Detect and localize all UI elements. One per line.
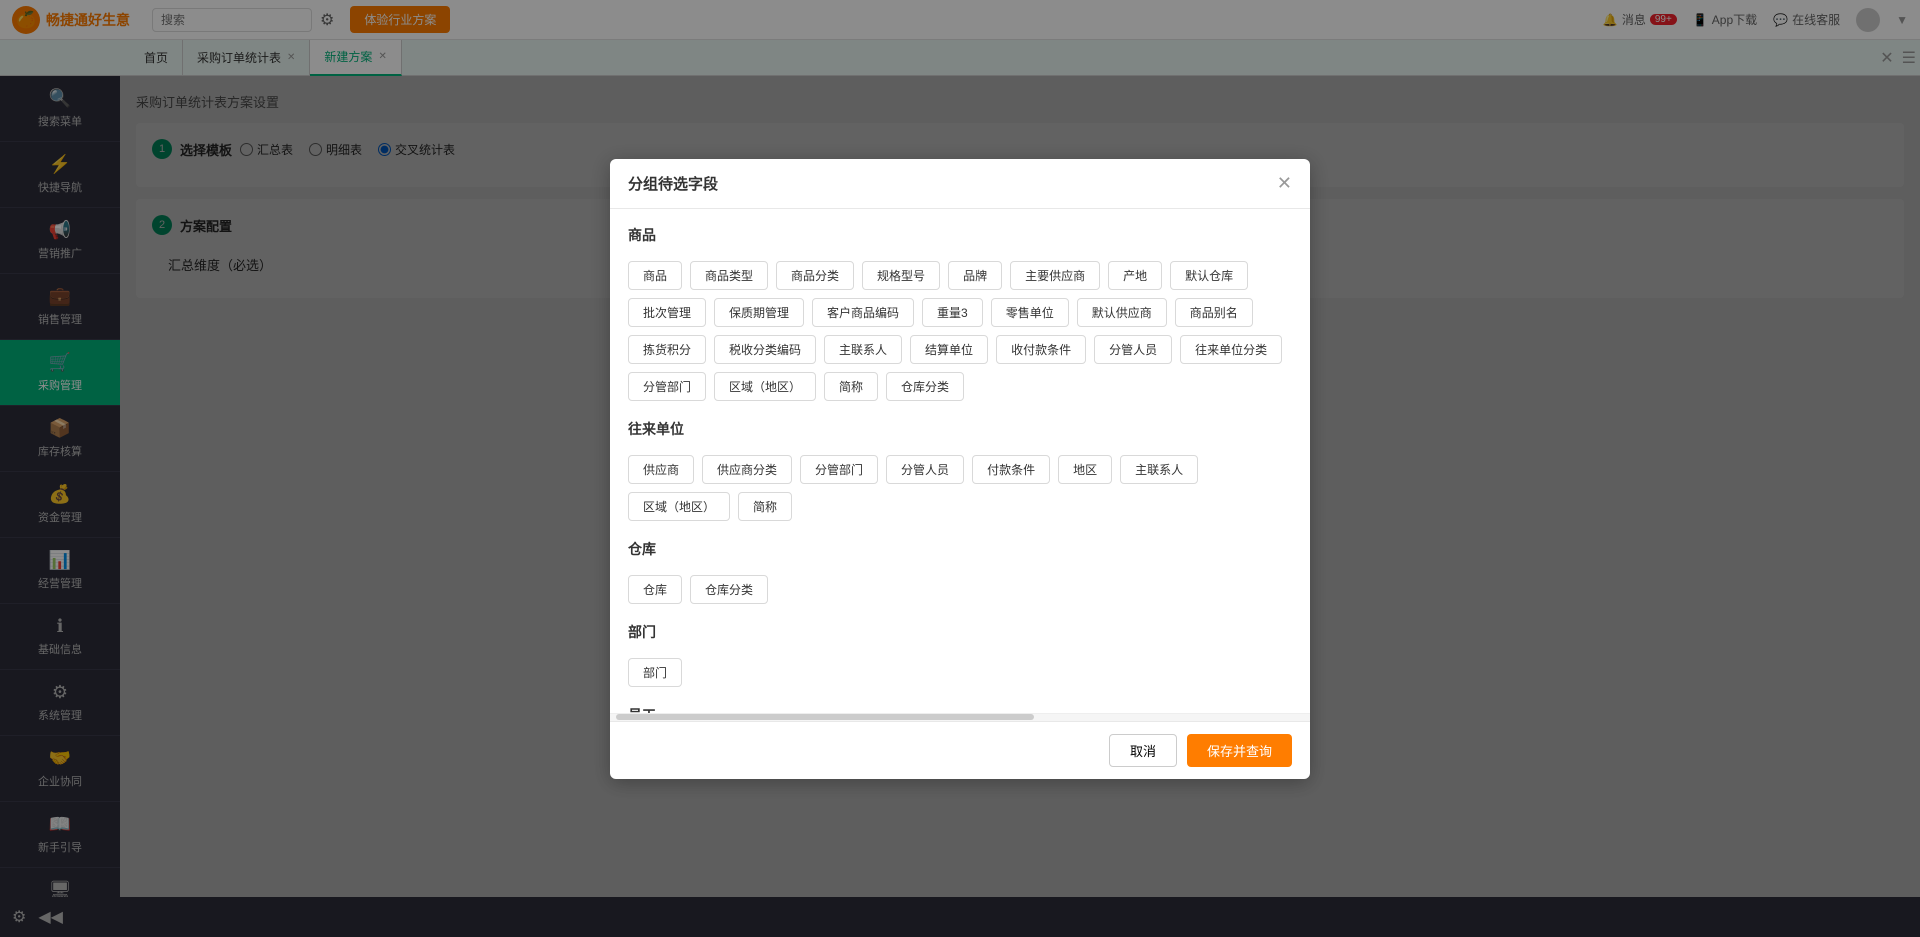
- modal-footer: 取消 保存并查询: [610, 721, 1310, 779]
- field-section-title-3: 部门: [628, 622, 1292, 648]
- modal-hscroll-bar: [616, 714, 1034, 720]
- field-tags-1: 供应商供应商分类分管部门分管人员付款条件地区主联系人区域（地区） 简称: [628, 455, 1292, 521]
- field-tag-0-5[interactable]: 主要供应商: [1010, 261, 1100, 290]
- cancel-button[interactable]: 取消: [1109, 734, 1177, 767]
- field-section-4: 员工业务员: [628, 705, 1292, 713]
- field-tags-0: 商品商品类型商品分类规格型号品牌主要供应商产地默认仓库批次管理保质期管理客户商品…: [628, 261, 1292, 401]
- field-tag-3-0[interactable]: 部门: [628, 658, 682, 687]
- field-tag-0-22[interactable]: 分管部门: [628, 372, 706, 401]
- field-tag-0-9[interactable]: 保质期管理: [714, 298, 804, 327]
- modal-title: 分组待选字段: [628, 173, 718, 194]
- field-tags-3: 部门: [628, 658, 1292, 687]
- field-tag-1-2[interactable]: 分管部门: [800, 455, 878, 484]
- confirm-button[interactable]: 保存并查询: [1187, 734, 1292, 767]
- field-section-title-1: 往来单位: [628, 419, 1292, 445]
- field-tag-0-10[interactable]: 客户商品编码: [812, 298, 914, 327]
- field-tag-0-13[interactable]: 默认供应商: [1077, 298, 1167, 327]
- field-section-title-2: 仓库: [628, 539, 1292, 565]
- field-tag-1-8[interactable]: 简称: [738, 492, 792, 521]
- modal: 分组待选字段 ✕ 商品商品商品类型商品分类规格型号品牌主要供应商产地默认仓库批次…: [610, 159, 1310, 779]
- field-tag-0-0[interactable]: 商品: [628, 261, 682, 290]
- field-tag-0-12[interactable]: 零售单位: [991, 298, 1069, 327]
- field-tags-2: 仓库仓库分类: [628, 575, 1292, 604]
- field-tag-0-2[interactable]: 商品分类: [776, 261, 854, 290]
- field-tag-1-5[interactable]: 地区: [1058, 455, 1112, 484]
- field-tag-0-21[interactable]: 往来单位分类: [1180, 335, 1282, 364]
- field-section-title-4: 员工: [628, 705, 1292, 713]
- modal-close-btn[interactable]: ✕: [1277, 173, 1292, 194]
- field-tag-1-6[interactable]: 主联系人: [1120, 455, 1198, 484]
- field-tag-1-4[interactable]: 付款条件: [972, 455, 1050, 484]
- field-section-title-0: 商品: [628, 225, 1292, 251]
- modal-header: 分组待选字段 ✕: [610, 159, 1310, 209]
- field-tag-1-3[interactable]: 分管人员: [886, 455, 964, 484]
- field-tag-0-16[interactable]: 税收分类编码: [714, 335, 816, 364]
- field-section-3: 部门部门: [628, 622, 1292, 687]
- field-tag-0-25[interactable]: 仓库分类: [886, 372, 964, 401]
- field-tag-1-7[interactable]: 区域（地区）: [628, 492, 730, 521]
- field-tag-0-1[interactable]: 商品类型: [690, 261, 768, 290]
- field-tag-2-1[interactable]: 仓库分类: [690, 575, 768, 604]
- modal-body: 商品商品商品类型商品分类规格型号品牌主要供应商产地默认仓库批次管理保质期管理客户…: [610, 209, 1310, 713]
- field-section-2: 仓库仓库仓库分类: [628, 539, 1292, 604]
- field-section-1: 往来单位供应商供应商分类分管部门分管人员付款条件地区主联系人区域（地区） 简称: [628, 419, 1292, 521]
- field-tag-0-18[interactable]: 结算单位: [910, 335, 988, 364]
- field-section-0: 商品商品商品类型商品分类规格型号品牌主要供应商产地默认仓库批次管理保质期管理客户…: [628, 225, 1292, 401]
- field-tag-0-4[interactable]: 品牌: [948, 261, 1002, 290]
- field-tag-0-8[interactable]: 批次管理: [628, 298, 706, 327]
- field-tag-0-24[interactable]: 简称: [824, 372, 878, 401]
- field-tag-0-6[interactable]: 产地: [1108, 261, 1162, 290]
- field-tag-1-0[interactable]: 供应商: [628, 455, 694, 484]
- field-tag-0-15[interactable]: 拣货积分: [628, 335, 706, 364]
- field-tag-0-14[interactable]: 商品别名: [1175, 298, 1253, 327]
- field-tag-2-0[interactable]: 仓库: [628, 575, 682, 604]
- field-tag-0-23[interactable]: 区域（地区）: [714, 372, 816, 401]
- field-tag-0-11[interactable]: 重量3: [922, 298, 983, 327]
- field-tag-0-7[interactable]: 默认仓库: [1170, 261, 1248, 290]
- field-tag-0-20[interactable]: 分管人员: [1094, 335, 1172, 364]
- modal-hscroll[interactable]: [610, 713, 1310, 721]
- field-tag-0-3[interactable]: 规格型号: [862, 261, 940, 290]
- field-tag-0-17[interactable]: 主联系人: [824, 335, 902, 364]
- modal-overlay: 分组待选字段 ✕ 商品商品商品类型商品分类规格型号品牌主要供应商产地默认仓库批次…: [0, 0, 1920, 937]
- field-tag-0-19[interactable]: 收付款条件: [996, 335, 1086, 364]
- field-tag-1-1[interactable]: 供应商分类: [702, 455, 792, 484]
